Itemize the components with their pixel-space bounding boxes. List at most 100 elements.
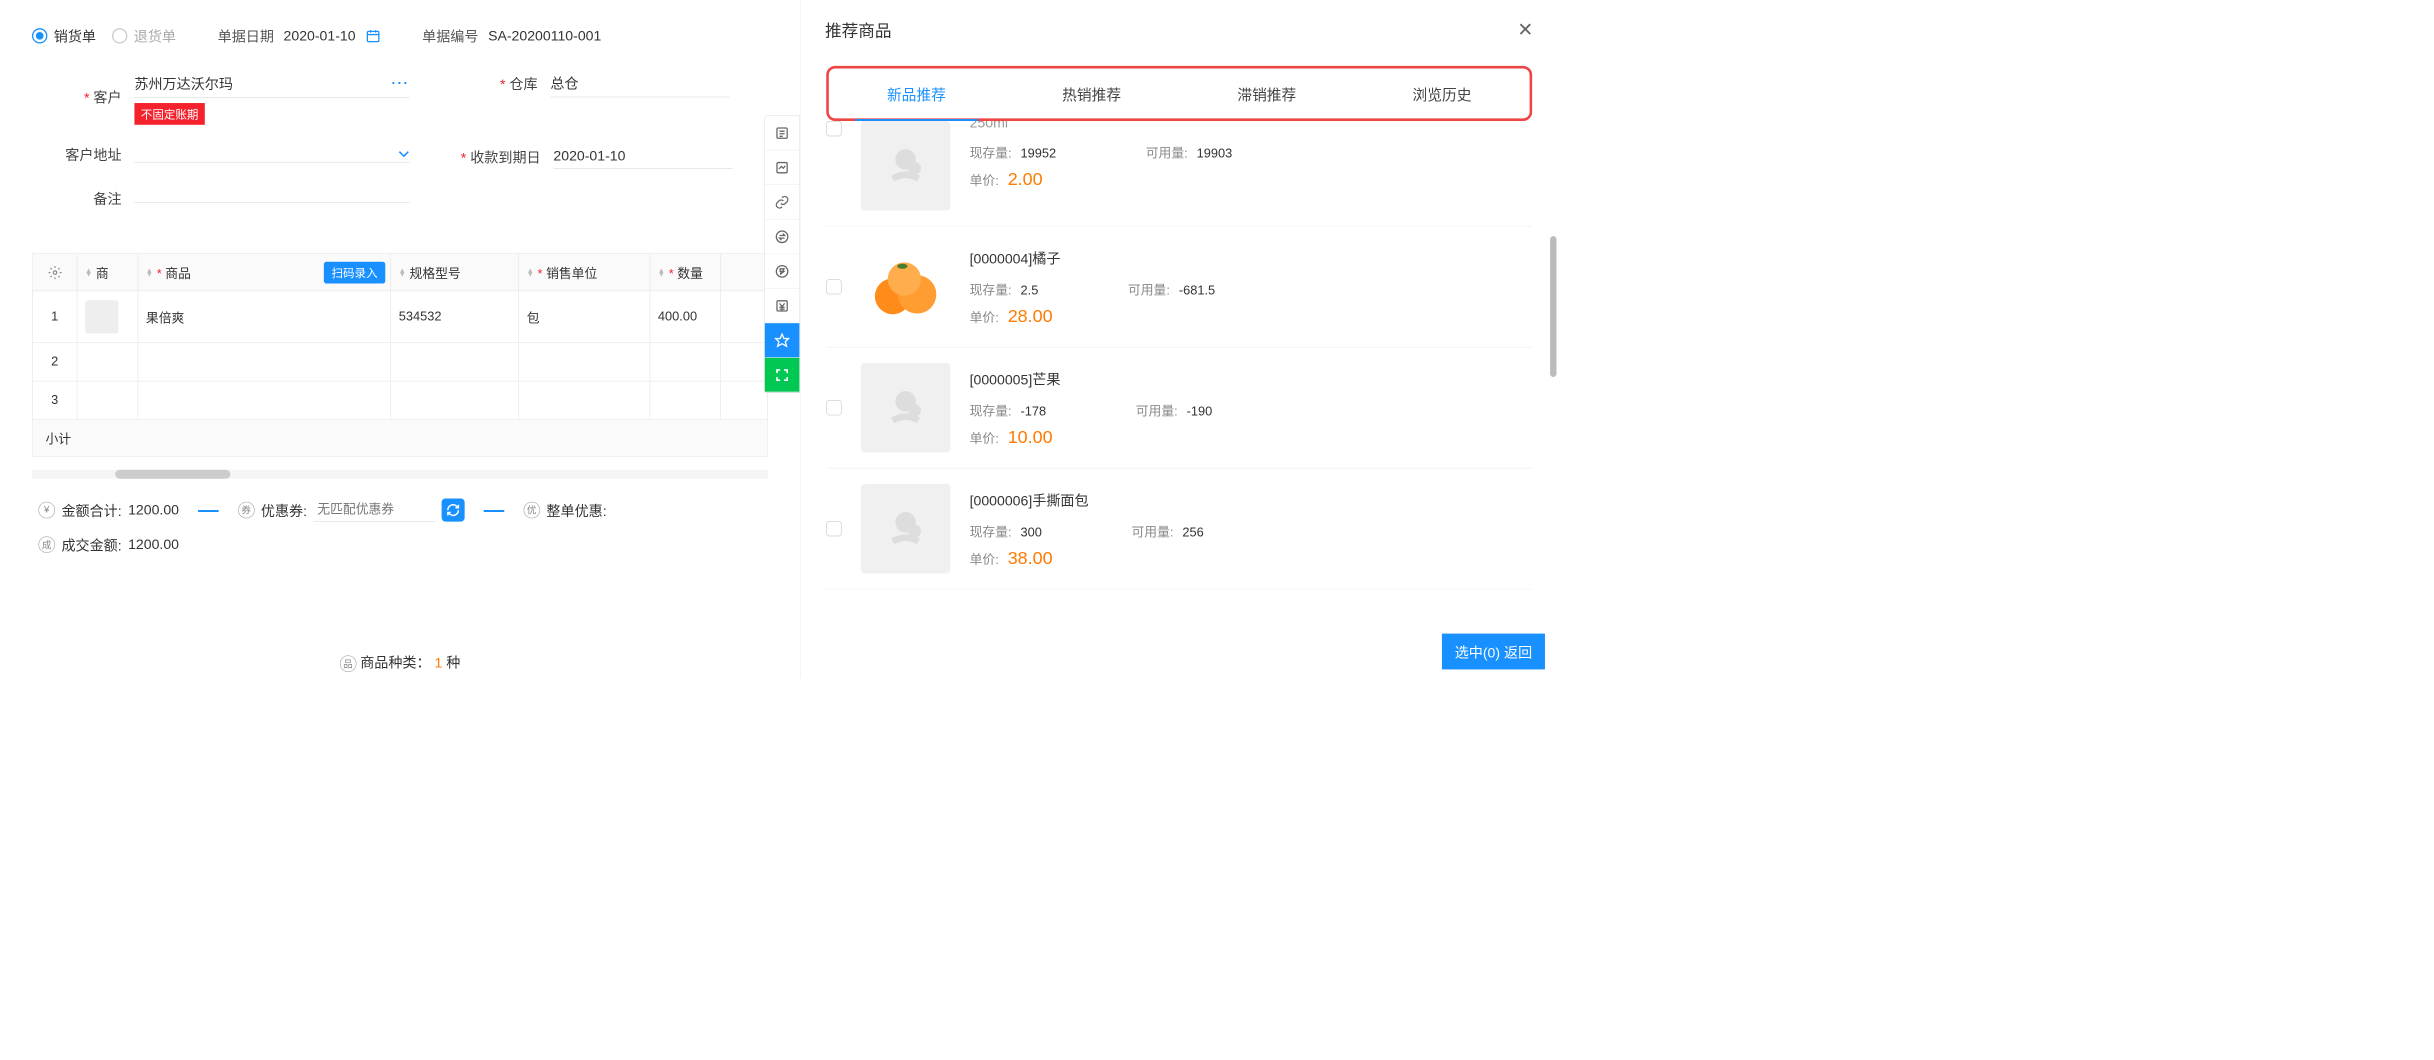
col-spec[interactable]: ▲▼规格型号 — [391, 254, 519, 290]
product-checkbox[interactable] — [826, 521, 841, 536]
refresh-button[interactable] — [441, 498, 464, 521]
customer-value: 苏州万达沃尔玛 — [134, 73, 233, 93]
due-date-input[interactable]: 2020-01-10 — [553, 144, 732, 169]
tool-currency-icon[interactable] — [765, 289, 800, 324]
price-stat: 单价:28.00 — [970, 306, 1533, 326]
panel-title: 推荐商品 — [825, 18, 892, 42]
col-qty[interactable]: ▲▼数量 — [650, 254, 720, 290]
avail-stat: 可用量:19903 — [1146, 143, 1233, 162]
form-section: 客户 苏州万达沃尔玛 ⋯ 不固定账期 仓库 总仓 客户地址 — [13, 56, 787, 241]
row-qty[interactable] — [650, 381, 720, 419]
calendar-icon[interactable] — [365, 28, 380, 43]
product-thumbnail — [861, 242, 951, 332]
product-checkbox[interactable] — [826, 279, 841, 294]
yen-icon: ¥ — [38, 501, 55, 518]
minus-icon: — — [198, 498, 218, 522]
tool-expand-icon[interactable] — [765, 358, 800, 393]
recommend-panel: 推荐商品 ✕ 新品推荐热销推荐滞销推荐浏览历史 250ml 现存量:19952 … — [800, 0, 1558, 678]
col-unit[interactable]: ▲▼销售单位 — [519, 254, 650, 290]
stock-stat: 现存量:19952 — [970, 143, 1057, 162]
row-product[interactable] — [138, 381, 391, 419]
row-product[interactable]: 果倍爽 — [138, 291, 391, 342]
minus-icon-2: — — [484, 498, 504, 522]
row-index: 3 — [33, 381, 78, 419]
row-product[interactable] — [138, 343, 391, 381]
panel-tab-3[interactable]: 浏览历史 — [1354, 68, 1529, 118]
warehouse-value: 总仓 — [550, 72, 578, 92]
product-checkbox[interactable] — [826, 400, 841, 415]
customer-input[interactable]: 苏州万达沃尔玛 ⋯ — [134, 68, 409, 97]
panel-tab-1[interactable]: 热销推荐 — [1004, 68, 1179, 118]
table-header: ▲▼商 ▲▼商品扫码录入 ▲▼规格型号 ▲▼销售单位 ▲▼数量 — [33, 254, 768, 291]
table-row[interactable]: 2 — [33, 343, 768, 381]
discount-field: 优 整单优惠: — [523, 500, 606, 520]
row-thumb — [77, 291, 138, 342]
line-items-table: ▲▼商 ▲▼商品扫码录入 ▲▼规格型号 ▲▼销售单位 ▲▼数量 1 果倍爽 53… — [32, 253, 768, 457]
scrollbar-thumb[interactable] — [1550, 236, 1556, 377]
remark-input[interactable] — [134, 194, 409, 202]
tab-sales-label: 销货单 — [54, 26, 96, 46]
warehouse-input[interactable]: 总仓 — [550, 68, 729, 97]
product-thumbnail — [861, 484, 951, 574]
row-unit[interactable] — [519, 343, 650, 381]
total-value: 1200.00 — [128, 501, 179, 518]
product-item[interactable]: 250ml 现存量:19952 可用量:19903 单价:2.00 — [826, 121, 1532, 227]
row-unit[interactable]: 包 — [519, 291, 650, 342]
tool-link-icon[interactable] — [765, 185, 800, 220]
panel-footer: 选中(0) 返回 — [1442, 634, 1545, 670]
discount-label: 整单优惠: — [546, 500, 606, 520]
tool-list-icon[interactable] — [765, 116, 800, 151]
col-settings[interactable] — [33, 254, 78, 290]
row-qty[interactable] — [650, 343, 720, 381]
doc-date-field: 单据日期 2020-01-10 — [218, 26, 381, 46]
header-row: 销货单 退货单 单据日期 2020-01-10 单据编号 SA-20200110… — [13, 13, 787, 56]
due-date-value: 2020-01-10 — [553, 148, 625, 165]
product-item[interactable]: [0000006]手撕面包 现存量:300 可用量:256 单价:38.00 — [826, 468, 1532, 589]
kinds-label: 商品种类： — [360, 655, 430, 671]
address-input[interactable] — [134, 146, 409, 162]
row-spec[interactable] — [391, 381, 519, 419]
avail-stat: 可用量:-190 — [1136, 400, 1213, 419]
select-return-button[interactable]: 选中(0) 返回 — [1442, 634, 1545, 670]
product-list[interactable]: 250ml 现存量:19952 可用量:19903 单价:2.00 [00000… — [801, 121, 1558, 633]
product-info: [0000004]橘子 现存量:2.5 可用量:-681.5 单价:28.00 — [970, 247, 1533, 326]
doc-date-value[interactable]: 2020-01-10 — [284, 28, 356, 45]
panel-tab-0[interactable]: 新品推荐 — [829, 68, 1004, 118]
tool-bookmark-icon[interactable] — [765, 254, 800, 289]
more-dots-icon[interactable]: ⋯ — [390, 72, 409, 93]
tab-return-order[interactable]: 退货单 — [112, 26, 176, 46]
product-checkbox[interactable] — [826, 121, 841, 136]
table-row[interactable]: 1 果倍爽 534532 包 400.00 — [33, 291, 768, 343]
radio-selected-icon — [32, 28, 47, 43]
product-thumbnail — [861, 121, 951, 211]
close-icon[interactable]: ✕ — [1517, 19, 1533, 41]
horizontal-scrollbar[interactable] — [32, 470, 768, 479]
product-item[interactable]: [0000005]芒果 现存量:-178 可用量:-190 单价:10.00 — [826, 348, 1532, 469]
product-info: 250ml 现存量:19952 可用量:19903 单价:2.00 — [970, 121, 1533, 189]
product-info: [0000006]手撕面包 现存量:300 可用量:256 单价:38.00 — [970, 489, 1533, 568]
product-item[interactable]: [0000004]橘子 现存量:2.5 可用量:-681.5 单价:28.00 — [826, 227, 1532, 348]
tab-return-label: 退货单 — [134, 26, 176, 46]
table-row[interactable]: 3 — [33, 381, 768, 419]
tab-sales-order[interactable]: 销货单 — [32, 26, 96, 46]
row-spec[interactable] — [391, 343, 519, 381]
coupon-input[interactable] — [313, 498, 435, 521]
chevron-down-icon[interactable] — [398, 150, 410, 158]
row-unit[interactable] — [519, 381, 650, 419]
price-stat: 单价:38.00 — [970, 548, 1533, 568]
total-label: 金额合计: — [61, 500, 121, 520]
address-field: 客户地址 — [45, 144, 410, 164]
row-qty[interactable]: 400.00 — [650, 291, 720, 342]
deal-icon: 成 — [38, 536, 55, 553]
panel-tab-2[interactable]: 滞销推荐 — [1179, 68, 1354, 118]
deal-label: 成交金额: — [61, 534, 121, 554]
panel-header: 推荐商品 ✕ — [801, 0, 1558, 60]
col-image[interactable]: ▲▼商 — [77, 254, 138, 290]
col-product[interactable]: ▲▼商品扫码录入 — [138, 254, 391, 290]
tool-chart-icon[interactable] — [765, 150, 800, 185]
tool-star-icon[interactable] — [765, 323, 800, 358]
product-name: [0000004]橘子 — [970, 247, 1533, 267]
tool-transfer-icon[interactable] — [765, 220, 800, 255]
scan-entry-button[interactable]: 扫码录入 — [324, 261, 385, 283]
row-spec[interactable]: 534532 — [391, 291, 519, 342]
